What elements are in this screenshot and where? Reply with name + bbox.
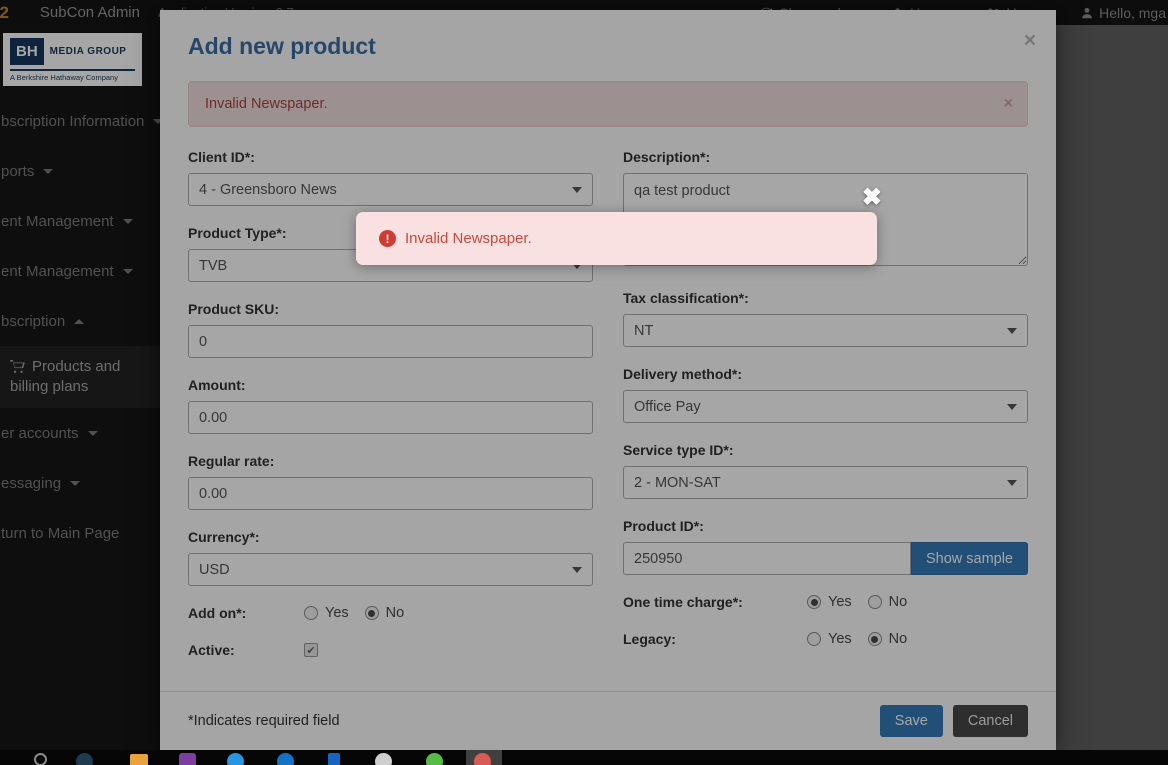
blue-app-icon[interactable] <box>328 753 340 765</box>
twitter-app-icon[interactable] <box>227 753 244 765</box>
globe-app-icon[interactable] <box>375 753 392 765</box>
toast-close-button[interactable]: ✖ <box>862 186 882 210</box>
tray-app-icon[interactable] <box>34 753 47 765</box>
file-explorer-icon[interactable] <box>130 754 148 765</box>
error-icon: ! <box>379 230 396 247</box>
store-app-icon[interactable] <box>179 753 196 765</box>
dim-overlay <box>0 0 1168 750</box>
os-taskbar <box>0 750 1168 765</box>
pinned-app-icon[interactable] <box>76 753 93 765</box>
skype-app-icon[interactable] <box>277 753 294 765</box>
green-app-icon[interactable] <box>426 753 443 765</box>
active-app-icon[interactable] <box>474 753 491 765</box>
error-toast: ! Invalid Newspaper. ✖ <box>356 186 882 265</box>
toast-message: Invalid Newspaper. <box>405 230 532 247</box>
